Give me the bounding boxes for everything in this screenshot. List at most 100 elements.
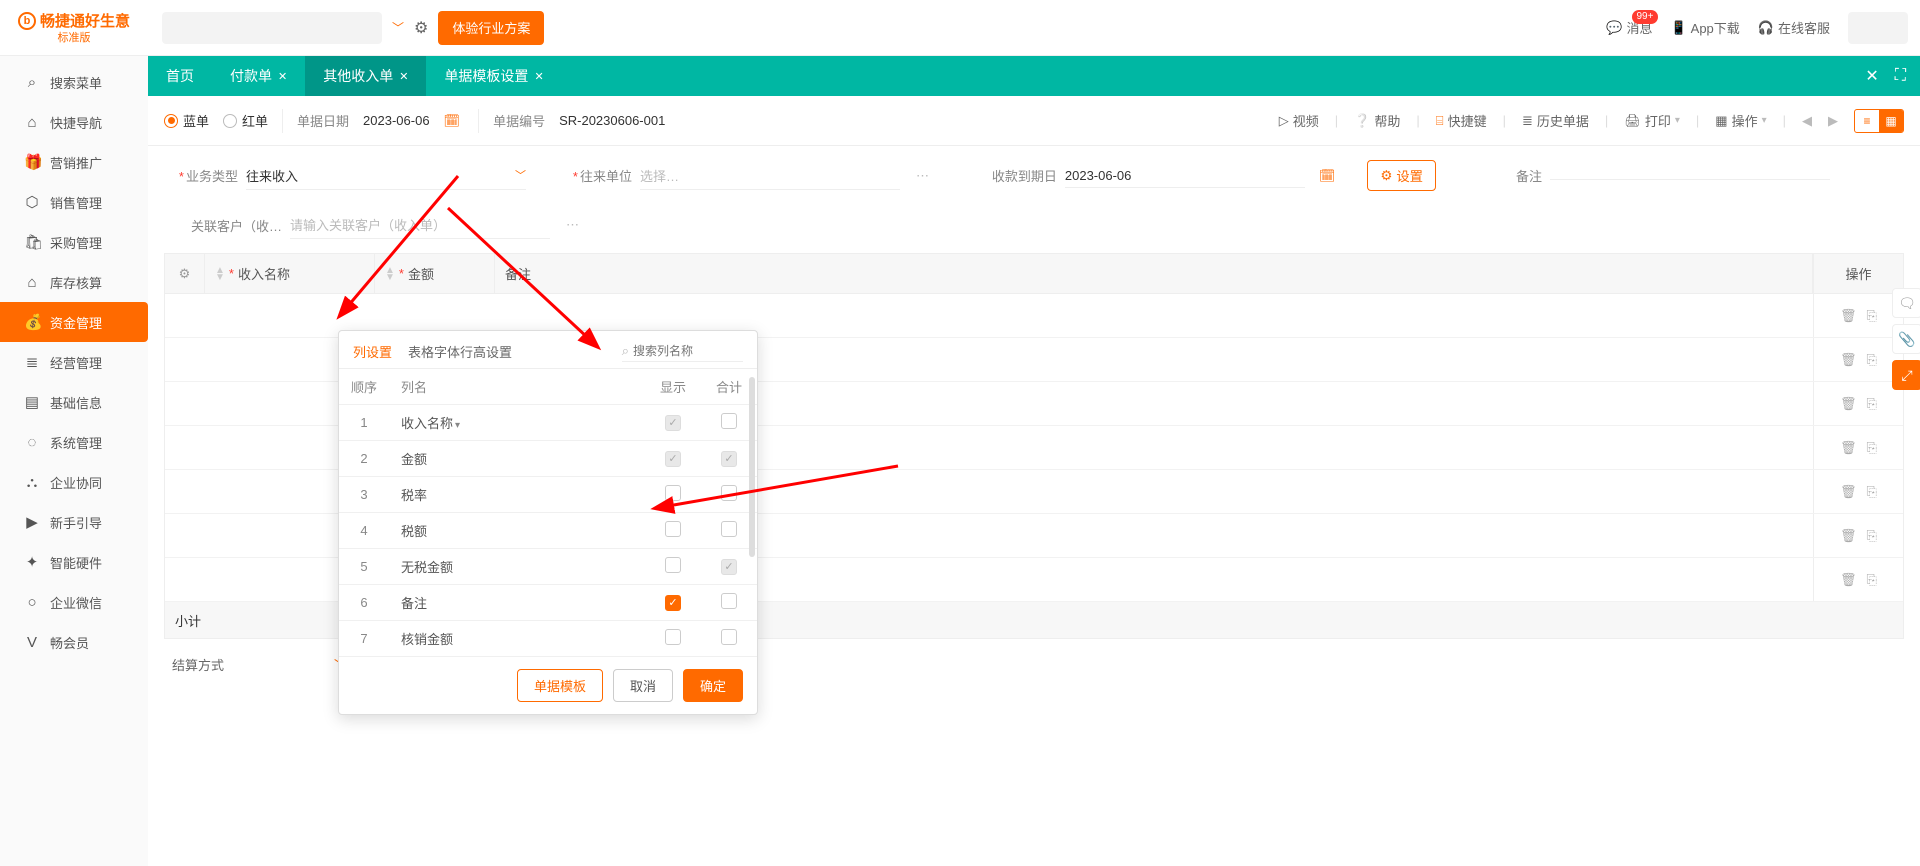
customer-input[interactable]: 请输入关联客户（收入单）	[290, 211, 550, 239]
unit-more-icon[interactable]: ⋯	[916, 168, 929, 184]
next-icon[interactable]: ▶	[1828, 113, 1838, 129]
sidebar-item-10[interactable]: ⛬企业协同	[0, 462, 148, 502]
copy-icon[interactable]: ⎘	[1867, 396, 1877, 412]
prev-icon[interactable]: ◀	[1802, 113, 1812, 129]
delete-icon[interactable]: 🗑	[1840, 484, 1857, 500]
red-radio[interactable]: 红单	[223, 111, 268, 130]
checkbox-icon[interactable]: ✓	[721, 559, 737, 575]
app-download-link[interactable]: 📱 App下载	[1670, 18, 1739, 37]
tab-3[interactable]: 单据模板设置✕	[426, 56, 561, 96]
popup-cancel-button[interactable]: 取消	[613, 669, 673, 702]
checkbox-icon[interactable]	[721, 521, 737, 537]
delete-icon[interactable]: 🗑	[1840, 528, 1857, 544]
sidebar-item-4[interactable]: 🛍采购管理	[0, 222, 148, 262]
sidebar-item-1[interactable]: ⌂快捷导航	[0, 102, 148, 142]
remark-input[interactable]	[1550, 171, 1830, 180]
history-link[interactable]: ≣历史单据	[1522, 111, 1589, 130]
checkbox-icon[interactable]	[665, 485, 681, 501]
col-amount[interactable]: 金额	[408, 264, 434, 283]
checkbox-icon[interactable]	[665, 629, 681, 645]
copy-icon[interactable]: ⎘	[1867, 440, 1877, 456]
copy-icon[interactable]: ⎘	[1867, 308, 1877, 324]
sidebar-item-12[interactable]: ✦智能硬件	[0, 542, 148, 582]
trial-button[interactable]: 体验行业方案	[438, 11, 544, 45]
fullscreen-icon[interactable]: ⛶	[1895, 67, 1906, 85]
checkbox-icon[interactable]	[721, 629, 737, 645]
sidebar-item-2[interactable]: 🎁营销推广	[0, 142, 148, 182]
shortcut-link[interactable]: ⌸快捷键	[1436, 111, 1487, 130]
gear-icon[interactable]: ⚙	[414, 18, 428, 38]
sidebar-item-9[interactable]: ◌系统管理	[0, 422, 148, 462]
checkbox-icon[interactable]	[721, 485, 737, 501]
calendar-icon[interactable]: 🗓	[1319, 168, 1336, 184]
org-selector[interactable]	[162, 12, 382, 44]
checkbox-icon[interactable]: ✓	[721, 451, 737, 467]
rail-clip-icon[interactable]: 📎	[1892, 324, 1920, 354]
popup-scrollbar[interactable]	[749, 377, 755, 557]
delete-icon[interactable]: 🗑	[1840, 572, 1857, 588]
popup-tab-columns[interactable]: 列设置	[353, 342, 392, 361]
sidebar-item-7[interactable]: ≣经营管理	[0, 342, 148, 382]
checkbox-icon[interactable]: ✓	[665, 451, 681, 467]
sidebar-item-11[interactable]: ▶新手引导	[0, 502, 148, 542]
tab-close-icon[interactable]: ✕	[1865, 66, 1878, 86]
customer-more-icon[interactable]: ⋯	[566, 217, 579, 233]
tab-0[interactable]: 首页	[148, 56, 212, 96]
close-icon[interactable]: ✕	[278, 70, 287, 83]
popup-search-input[interactable]	[633, 344, 743, 358]
avatar[interactable]	[1848, 12, 1908, 44]
copy-icon[interactable]: ⎘	[1867, 484, 1877, 500]
sidebar-item-14[interactable]: V畅会员	[0, 622, 148, 662]
sidebar-item-6[interactable]: 💰资金管理	[0, 302, 148, 342]
rail-expand-icon[interactable]: ⤢	[1892, 360, 1920, 390]
help-link[interactable]: ❔帮助	[1354, 111, 1400, 130]
messages-link[interactable]: 💬 消息 99+	[1606, 18, 1652, 37]
delete-icon[interactable]: 🗑	[1840, 352, 1857, 368]
view-grid-icon[interactable]: ▦	[1879, 110, 1903, 132]
copy-icon[interactable]: ⎘	[1867, 528, 1877, 544]
sidebar-icon: 🎁	[24, 153, 40, 171]
video-link[interactable]: ▷视频	[1279, 111, 1319, 130]
sidebar-item-0[interactable]: ⌕搜索菜单	[0, 62, 148, 102]
doc-date-value[interactable]: 2023-06-06	[363, 113, 430, 128]
checkbox-icon[interactable]: ✓	[665, 595, 681, 611]
popup-tab-font[interactable]: 表格字体行高设置	[408, 342, 512, 361]
rail-note-icon[interactable]: 🗨	[1892, 288, 1920, 318]
checkbox-icon[interactable]	[721, 593, 737, 609]
popup-search[interactable]: ⌕	[622, 341, 743, 362]
delete-icon[interactable]: 🗑	[1840, 308, 1857, 324]
org-dropdown-icon[interactable]: ﹀	[392, 19, 404, 36]
sidebar-item-5[interactable]: ⌂库存核算	[0, 262, 148, 302]
print-link[interactable]: 🖨打印▾	[1624, 111, 1680, 130]
checkbox-icon[interactable]	[665, 557, 681, 573]
col-remark[interactable]: 备注	[505, 264, 531, 283]
calendar-icon[interactable]: 🗓	[444, 113, 461, 129]
delete-icon[interactable]: 🗑	[1840, 440, 1857, 456]
popup-ok-button[interactable]: 确定	[683, 669, 743, 702]
sidebar-item-3[interactable]: ⬡销售管理	[0, 182, 148, 222]
close-icon[interactable]: ✕	[399, 70, 408, 83]
biz-type-select[interactable]: 往来收入	[246, 162, 526, 190]
view-list-icon[interactable]: ≡	[1855, 110, 1879, 132]
col-income-name[interactable]: 收入名称	[238, 264, 290, 283]
checkbox-icon[interactable]: ✓	[665, 415, 681, 431]
printer-icon: 🖨	[1624, 113, 1641, 129]
copy-icon[interactable]: ⎘	[1867, 352, 1877, 368]
checkbox-icon[interactable]	[665, 521, 681, 537]
due-input[interactable]: 2023-06-06	[1065, 164, 1305, 188]
popup-template-button[interactable]: 单据模板	[517, 669, 603, 702]
unit-input[interactable]: 选择…	[640, 162, 900, 190]
tab-1[interactable]: 付款单✕	[212, 56, 305, 96]
service-link[interactable]: 🎧 在线客服	[1758, 18, 1830, 37]
column-settings-button[interactable]: ⚙	[165, 254, 205, 293]
blue-radio[interactable]: 蓝单	[164, 111, 209, 130]
sidebar-item-8[interactable]: ▤基础信息	[0, 382, 148, 422]
ops-link[interactable]: ▦操作▾	[1715, 111, 1766, 130]
sidebar-item-13[interactable]: ○企业微信	[0, 582, 148, 622]
copy-icon[interactable]: ⎘	[1867, 572, 1877, 588]
settings-button[interactable]: ⚙设置	[1367, 160, 1436, 191]
tab-2[interactable]: 其他收入单✕	[305, 56, 426, 96]
close-icon[interactable]: ✕	[534, 70, 543, 83]
delete-icon[interactable]: 🗑	[1840, 396, 1857, 412]
checkbox-icon[interactable]	[721, 413, 737, 429]
